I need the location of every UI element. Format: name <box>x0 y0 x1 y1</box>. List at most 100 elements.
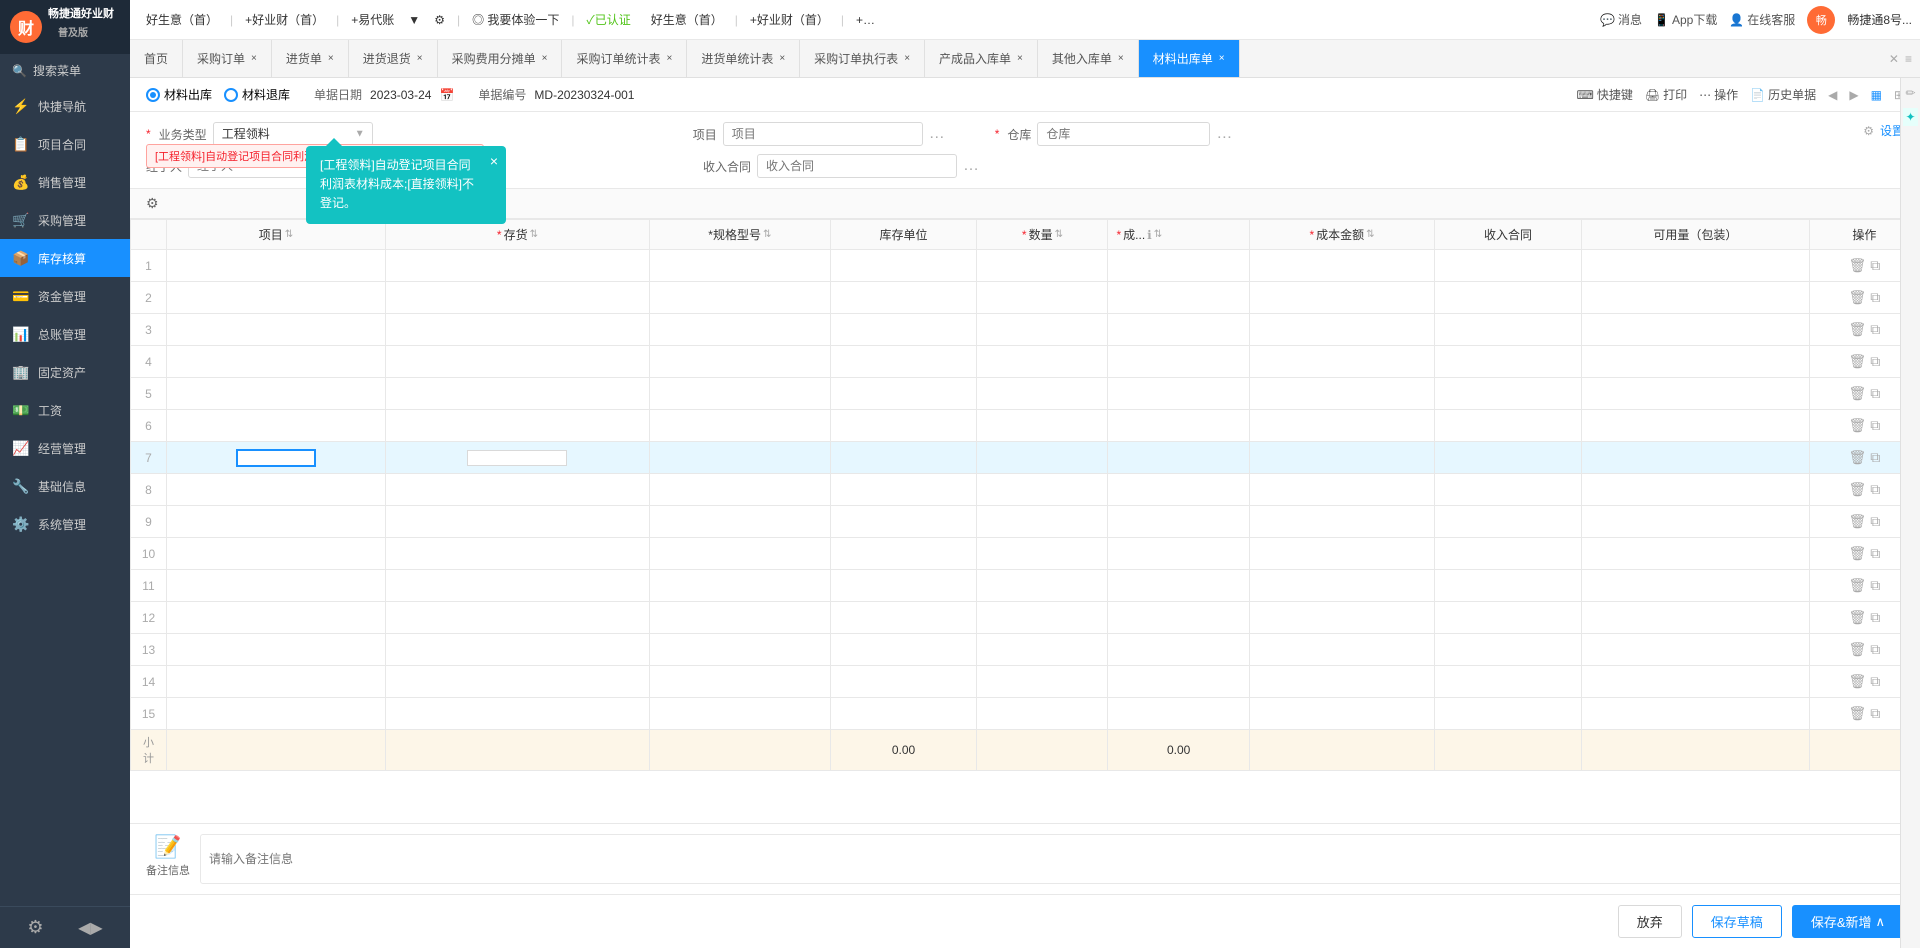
tab-material-out[interactable]: 材料出库单 × <box>1139 40 1240 78</box>
cell-project-11[interactable] <box>167 570 386 602</box>
cell-cost-3[interactable] <box>1108 314 1249 346</box>
cell-income-4[interactable] <box>1435 346 1582 378</box>
col-amount[interactable]: *成本金额⇅ <box>1249 220 1434 250</box>
cell-project-12[interactable] <box>167 602 386 634</box>
topnav-certified[interactable]: ✓已认证 <box>579 7 639 32</box>
sidebar-item-sales[interactable]: 💰 销售管理 <box>0 163 130 201</box>
cell-amount-3[interactable] <box>1249 314 1434 346</box>
cell-project-3[interactable] <box>167 314 386 346</box>
row-delete-7[interactable]: 🗑 <box>1849 449 1867 466</box>
cell-spec-14[interactable] <box>649 666 830 698</box>
history-btn[interactable]: 📄 历史单据 <box>1750 86 1816 103</box>
cell-spec-12[interactable] <box>649 602 830 634</box>
tab-purchase-stats[interactable]: 采购订单统计表 × <box>562 40 687 78</box>
cell-amount-13[interactable] <box>1249 634 1434 666</box>
tab-home[interactable]: 首页 <box>130 40 183 78</box>
topnav-more[interactable]: +… <box>848 9 883 31</box>
cell-income-10[interactable] <box>1435 538 1582 570</box>
remark-input[interactable] <box>209 852 1895 866</box>
cell-amount-4[interactable] <box>1249 346 1434 378</box>
radio-material-return[interactable]: 材料退库 <box>224 86 290 103</box>
cell-inventory-8[interactable] <box>385 474 649 506</box>
sidebar-item-system[interactable]: ⚙️ 系统管理 <box>0 505 130 543</box>
topnav-message[interactable]: 💬 消息 <box>1600 11 1642 28</box>
sidebar-item-finance[interactable]: 💳 资金管理 <box>0 277 130 315</box>
tab-close-purchase[interactable]: × <box>251 53 257 64</box>
cell-qty-1[interactable] <box>977 250 1108 282</box>
project-more-btn[interactable]: … <box>929 126 945 142</box>
warehouse-input[interactable] <box>1037 122 1210 146</box>
col-spec[interactable]: *规格型号⇅ <box>649 220 830 250</box>
tab-goods-return[interactable]: 进货退货 × <box>349 40 438 78</box>
sidebar-item-basic[interactable]: 🔧 基础信息 <box>0 467 130 505</box>
row-delete-4[interactable]: 🗑 <box>1849 353 1867 370</box>
cell-qty-3[interactable] <box>977 314 1108 346</box>
cell-project-1[interactable] <box>167 250 386 282</box>
tab-close-material[interactable]: × <box>1219 53 1225 64</box>
discard-button[interactable]: 放弃 <box>1618 905 1682 938</box>
right-panel-icon-1[interactable]: ✏ <box>1905 86 1915 100</box>
topnav-service[interactable]: 👤 在线客服 <box>1729 11 1795 28</box>
cell-spec-4[interactable] <box>649 346 830 378</box>
cell-qty-7[interactable] <box>977 442 1108 474</box>
cell-qty-4[interactable] <box>977 346 1108 378</box>
cell-qty-9[interactable] <box>977 506 1108 538</box>
row-copy-14[interactable]: ⧉ <box>1870 673 1880 690</box>
cell-spec-10[interactable] <box>649 538 830 570</box>
cell-income-12[interactable] <box>1435 602 1582 634</box>
cell-spec-13[interactable] <box>649 634 830 666</box>
cell-amount-5[interactable] <box>1249 378 1434 410</box>
info-icon-cost[interactable]: ℹ <box>1147 228 1152 242</box>
settings-icon[interactable]: ⚙ <box>27 917 43 938</box>
cell-cost-1[interactable] <box>1108 250 1249 282</box>
cell-income-14[interactable] <box>1435 666 1582 698</box>
sidebar-item-inventory[interactable]: 📦 库存核算 <box>0 239 130 277</box>
row-delete-9[interactable]: 🗑 <box>1849 513 1867 530</box>
tab-close-all-icon[interactable]: ✕ <box>1889 52 1899 66</box>
cell-amount-1[interactable] <box>1249 250 1434 282</box>
cell-income-3[interactable] <box>1435 314 1582 346</box>
view-list-icon[interactable]: ▦ <box>1871 88 1882 102</box>
cell-income-9[interactable] <box>1435 506 1582 538</box>
cell-inventory-6[interactable] <box>385 410 649 442</box>
tab-more-icon[interactable]: ≡ <box>1905 52 1912 66</box>
cell-project-2[interactable] <box>167 282 386 314</box>
cell-amount-14[interactable] <box>1249 666 1434 698</box>
cell-spec-15[interactable] <box>649 698 830 730</box>
cell-amount-12[interactable] <box>1249 602 1434 634</box>
cell-income-6[interactable] <box>1435 410 1582 442</box>
nav-prev-icon[interactable]: ◀ <box>1828 88 1837 102</box>
right-panel-icon-2[interactable]: ✦ <box>1903 108 1917 126</box>
cell-inventory-5[interactable] <box>385 378 649 410</box>
cell-qty-14[interactable] <box>977 666 1108 698</box>
tab-close-product[interactable]: × <box>1017 53 1023 64</box>
income-contract-input[interactable] <box>757 154 957 178</box>
cell-project-15[interactable] <box>167 698 386 730</box>
cell-project-10[interactable] <box>167 538 386 570</box>
tab-purchase-exec[interactable]: 采购订单执行表 × <box>800 40 925 78</box>
sidebar-search[interactable]: 🔍 搜索菜单 <box>0 54 130 87</box>
user-avatar[interactable]: 畅 <box>1807 6 1835 34</box>
cell-cost-7[interactable] <box>1108 442 1249 474</box>
row-delete-5[interactable]: 🗑 <box>1849 385 1867 402</box>
row-copy-15[interactable]: ⧉ <box>1870 705 1880 722</box>
cell-amount-9[interactable] <box>1249 506 1434 538</box>
cell-cost-14[interactable] <box>1108 666 1249 698</box>
cell-project-7[interactable] <box>167 442 386 474</box>
row-delete-6[interactable]: 🗑 <box>1849 417 1867 434</box>
sidebar-item-purchase[interactable]: 🛒 采购管理 <box>0 201 130 239</box>
cell-spec-9[interactable] <box>649 506 830 538</box>
row-delete-3[interactable]: 🗑 <box>1849 321 1867 338</box>
tab-other-in[interactable]: 其他入库单 × <box>1038 40 1139 78</box>
topnav-trial[interactable]: ◎ 我要体验一下 <box>464 7 567 32</box>
cell-cost-11[interactable] <box>1108 570 1249 602</box>
cell-project-5[interactable] <box>167 378 386 410</box>
cell-spec-7[interactable] <box>649 442 830 474</box>
row-copy-5[interactable]: ⧉ <box>1870 385 1880 402</box>
cell-inventory-3[interactable] <box>385 314 649 346</box>
cell-project-9[interactable] <box>167 506 386 538</box>
cell-qty-5[interactable] <box>977 378 1108 410</box>
cell-income-8[interactable] <box>1435 474 1582 506</box>
cell-income-13[interactable] <box>1435 634 1582 666</box>
topnav-finance2[interactable]: +好业财（首） <box>742 7 837 32</box>
